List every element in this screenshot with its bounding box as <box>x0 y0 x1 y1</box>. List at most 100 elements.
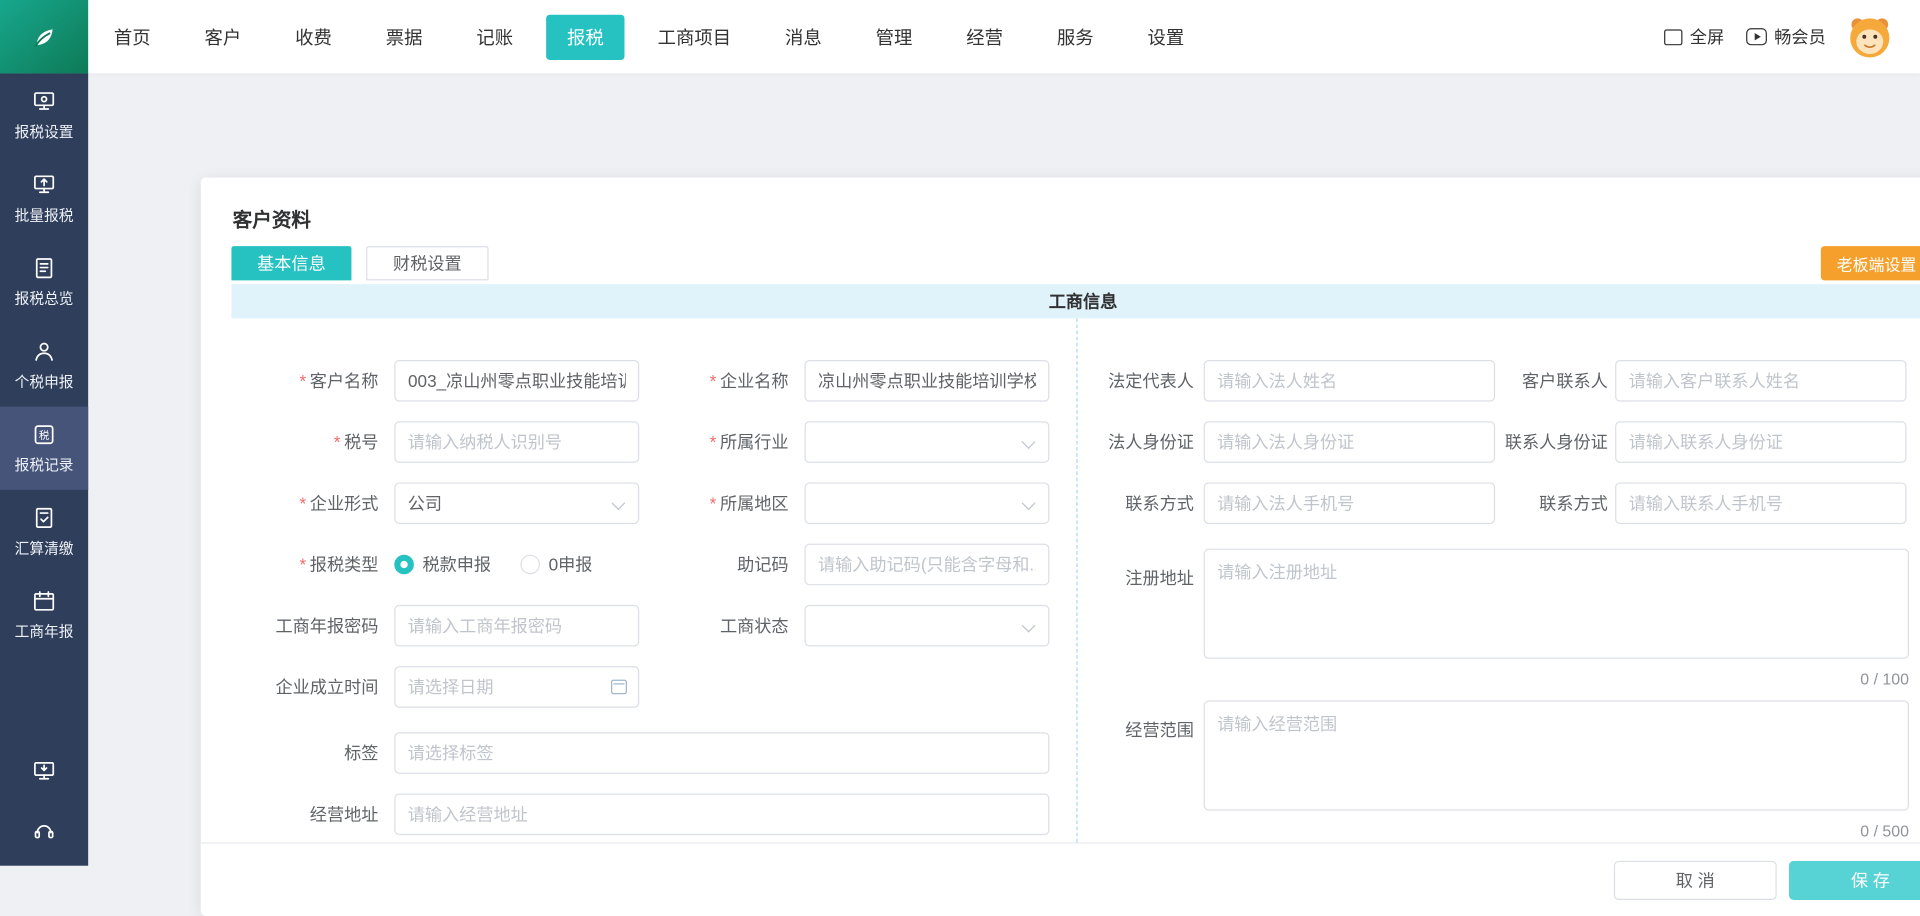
company-form-label: 企业形式 <box>231 491 379 515</box>
chevron-down-icon <box>1021 618 1036 633</box>
industry-label: 所属行业 <box>639 430 789 454</box>
sidebar-label: 批量报税 <box>14 206 74 224</box>
company-name-label: 企业名称 <box>639 369 789 393</box>
sidebar-label: 报税总览 <box>14 289 74 307</box>
legal-phone-label: 联系方式 <box>1125 493 1194 514</box>
radio-zero-declare[interactable]: 0申报 <box>520 552 592 576</box>
batch-filing-icon <box>34 174 55 193</box>
nav-item-services[interactable]: 服务 <box>1036 14 1114 59</box>
avatar[interactable] <box>1848 15 1892 59</box>
chevron-down-icon <box>1021 435 1036 449</box>
contact-phone-input[interactable] <box>1615 482 1907 525</box>
member-label: 畅会员 <box>1774 26 1826 47</box>
fullscreen-button[interactable]: 全屏 <box>1664 24 1724 48</box>
form-row: 客户名称 企业名称 <box>231 350 1076 411</box>
established-date-picker[interactable] <box>394 666 640 708</box>
registered-address-textarea[interactable] <box>1203 548 1909 659</box>
sidebar-label: 汇算清缴 <box>14 539 74 557</box>
app-logo[interactable] <box>0 0 89 74</box>
sidebar-item-download[interactable] <box>0 742 88 801</box>
download-icon <box>34 762 55 780</box>
sidebar-item-tax-settings[interactable]: 报税设置 <box>0 73 88 156</box>
business-address-input[interactable] <box>394 793 1050 836</box>
customer-name-input[interactable] <box>394 360 640 402</box>
registered-address-label: 注册地址 <box>1125 568 1194 588</box>
tags-input[interactable] <box>394 732 1050 774</box>
customer-name-label: 客户名称 <box>231 369 379 393</box>
form-row: 工商年报密码 工商状态 <box>231 595 1076 656</box>
annual-password-input[interactable] <box>394 604 640 647</box>
modal-footer: 取 消 保 存 <box>200 842 1920 916</box>
company-form-select[interactable]: 公司 <box>394 482 640 525</box>
sidebar-item-batch-filing[interactable]: 批量报税 <box>0 157 88 240</box>
industry-select[interactable] <box>804 421 1050 463</box>
nav-item-management[interactable]: 管理 <box>855 14 933 59</box>
form-row: 注册地址 0 / 100 <box>1078 548 1920 688</box>
member-button[interactable]: 畅会员 <box>1746 24 1826 48</box>
legal-person-input[interactable] <box>1203 360 1496 402</box>
tab-finance-tax-settings[interactable]: 财税设置 <box>366 246 489 281</box>
sidebar-label: 个税申报 <box>14 372 74 391</box>
established-date-input[interactable] <box>394 666 640 708</box>
form-row: 联系方式 联系方式 <box>1078 473 1920 534</box>
tab-basic-info[interactable]: 基本信息 <box>231 246 352 281</box>
mnemonic-label: 助记码 <box>737 554 789 575</box>
business-scope-textarea[interactable] <box>1203 700 1909 811</box>
nav-item-customers[interactable]: 客户 <box>184 14 262 59</box>
company-name-input[interactable] <box>804 360 1050 402</box>
sidebar-item-final-settlement[interactable]: 汇算清缴 <box>0 490 88 573</box>
save-button[interactable]: 保 存 <box>1788 860 1920 900</box>
customer-contact-label: 客户联系人 <box>1522 371 1608 391</box>
nav-item-billing[interactable]: 收费 <box>274 14 352 59</box>
sidebar-label: 工商年报 <box>14 622 74 640</box>
nav-item-messages[interactable]: 消息 <box>764 14 842 59</box>
leaf-logo-icon <box>34 29 53 47</box>
legal-id-input[interactable] <box>1203 421 1496 463</box>
nav-item-home[interactable]: 首页 <box>93 14 171 59</box>
sidebar-item-annual-report[interactable]: 工商年报 <box>0 573 88 656</box>
business-status-select[interactable] <box>804 604 1050 647</box>
nav-item-tax-filing[interactable]: 报税 <box>546 14 625 60</box>
radio-label: 0申报 <box>548 554 593 575</box>
radio-dot-icon <box>520 554 541 575</box>
legal-phone-input[interactable] <box>1203 482 1496 525</box>
nav-item-invoices[interactable]: 票据 <box>365 14 443 59</box>
cancel-button[interactable]: 取 消 <box>1613 860 1777 900</box>
app-window: 首页 客户 收费 票据 记账 报税 工商项目 消息 管理 经营 服务 设置 全屏… <box>0 0 1920 916</box>
tax-settings-icon <box>34 91 55 110</box>
nav-item-settings[interactable]: 设置 <box>1127 14 1205 59</box>
business-scope-label: 经营范围 <box>1125 720 1194 740</box>
region-label: 所属地区 <box>639 491 789 515</box>
legal-id-label: 法人身份证 <box>1108 432 1194 452</box>
business-status-label: 工商状态 <box>720 615 789 636</box>
boss-side-settings-button[interactable]: 老板端设置 <box>1820 246 1920 281</box>
nav-item-bookkeeping[interactable]: 记账 <box>456 14 534 59</box>
region-select[interactable] <box>804 482 1050 525</box>
headset-icon <box>34 825 54 839</box>
sidebar-item-tax-records[interactable]: 税 报税记录 <box>0 406 89 490</box>
form-row: 报税类型 税款申报 0申报 助记码 <box>231 534 1076 595</box>
company-form-select-value: 公司 <box>407 493 443 514</box>
section-header-business-info: 工商信息 <box>231 284 1920 319</box>
nav-item-business-projects[interactable]: 工商项目 <box>637 14 752 59</box>
customer-contact-input[interactable] <box>1615 360 1907 402</box>
tax-overview-icon <box>35 257 53 278</box>
sidebar-label: 报税记录 <box>14 456 74 474</box>
sidebar-item-personal-tax[interactable]: 个税申报 <box>0 323 88 406</box>
form-right-pane: 法定代表人 客户联系人 法人身份证 联系人身份证 联系方式 联 <box>1076 318 1920 843</box>
tax-type-radio-group: 税款申报 0申报 <box>394 552 639 576</box>
radio-tax-declare[interactable]: 税款申报 <box>394 552 491 576</box>
tax-records-icon: 税 <box>34 424 54 444</box>
tax-number-input[interactable] <box>394 421 640 463</box>
form-row: 法人身份证 联系人身份证 <box>1078 411 1920 472</box>
sidebar-item-tax-overview[interactable]: 报税总览 <box>0 240 88 323</box>
final-settlement-icon <box>35 507 53 528</box>
chevron-down-icon <box>611 496 626 511</box>
form-row: 标签 <box>231 722 1076 783</box>
sidebar-item-support[interactable] <box>0 801 88 860</box>
mnemonic-input[interactable] <box>804 543 1050 586</box>
nav-item-operations[interactable]: 经营 <box>945 14 1023 59</box>
sidebar-label: 报税设置 <box>14 123 74 141</box>
contact-id-input[interactable] <box>1615 421 1907 463</box>
